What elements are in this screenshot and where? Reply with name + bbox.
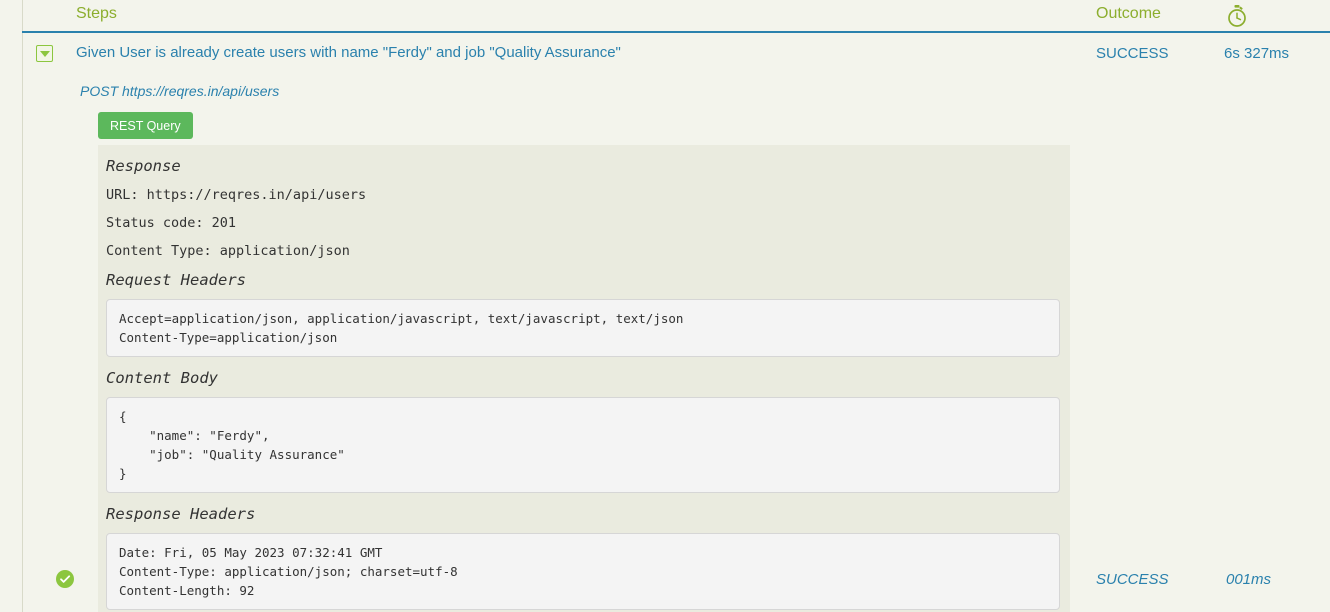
request-headers-title: Request Headers: [106, 271, 246, 289]
summary-duration: 001ms: [1226, 571, 1272, 588]
content-body-title: Content Body: [106, 369, 218, 387]
response-status-code: Status code: 201: [106, 215, 237, 231]
request-headers-body: Accept=application/json, application/jav…: [106, 299, 1060, 357]
rest-response-panel: Response URL: https://reqres.in/api/user…: [98, 145, 1070, 612]
response-headers-title: Response Headers: [106, 505, 256, 523]
rest-query-button[interactable]: REST Query: [98, 112, 193, 139]
response-section-title: Response: [106, 157, 181, 175]
report-page: Steps Outcome Given User is already crea…: [0, 0, 1330, 612]
stopwatch-icon: [1224, 3, 1250, 29]
left-gutter-divider: [22, 0, 23, 612]
response-content-type: Content Type: application/json: [106, 243, 350, 259]
chevron-down-icon[interactable]: [36, 45, 53, 62]
column-header-outcome: Outcome: [1096, 5, 1161, 22]
step-duration: 6s 327ms: [1224, 45, 1290, 62]
response-url: URL: https://reqres.in/api/users: [106, 187, 367, 203]
step-title[interactable]: Given User is already create users with …: [76, 44, 621, 61]
rest-request-line: POST https://reqres.in/api/users: [80, 83, 280, 99]
header-underline: [22, 31, 1330, 33]
chevron-down-glyph: [40, 51, 50, 57]
step-outcome: SUCCESS: [1096, 45, 1169, 62]
response-headers-body: Date: Fri, 05 May 2023 07:32:41 GMT Cont…: [106, 533, 1060, 610]
summary-outcome: SUCCESS: [1096, 571, 1169, 588]
column-header-steps: Steps: [76, 5, 117, 22]
table-header-row: Steps Outcome: [0, 0, 1330, 32]
content-body: { "name": "Ferdy", "job": "Quality Assur…: [106, 397, 1060, 493]
check-circle-icon: [56, 570, 74, 588]
